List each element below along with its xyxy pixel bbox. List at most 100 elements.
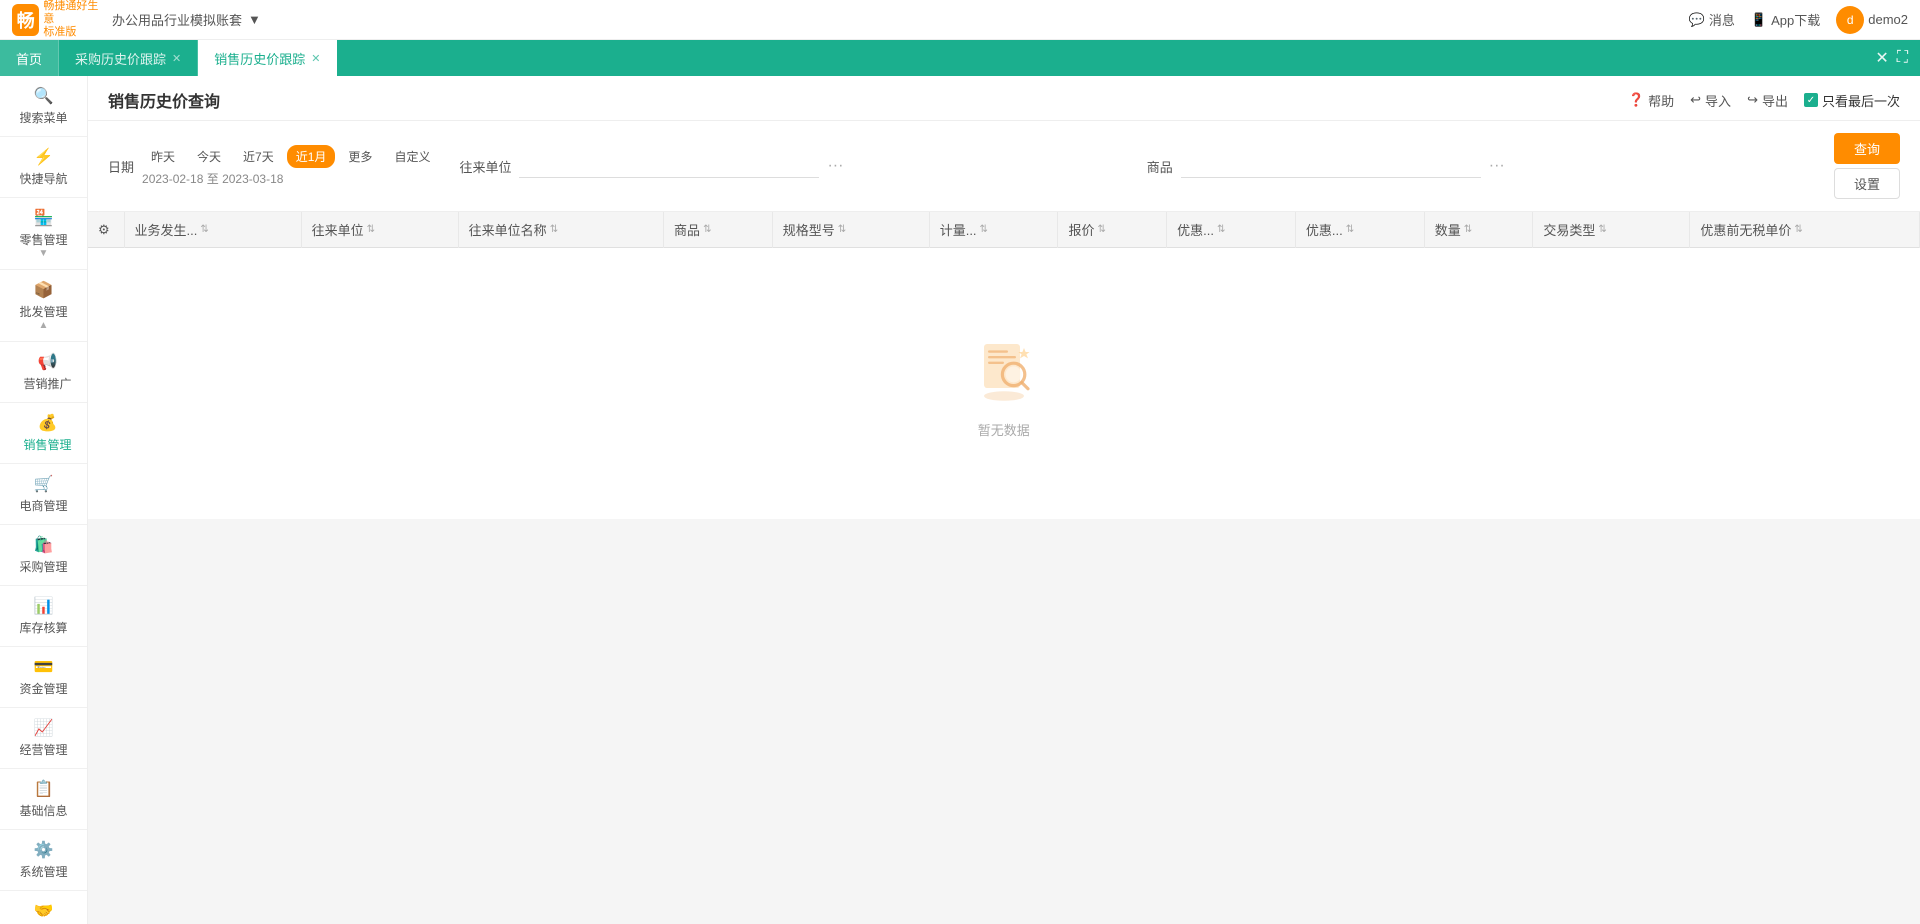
table-col-counterparty-name[interactable]: 往来单位名称 ⇅ (458, 212, 663, 248)
empty-state: 暂无数据 (88, 248, 1920, 519)
table-col-settings[interactable]: ⚙ (88, 212, 124, 248)
sort-icon-discount1: ⇅ (1217, 224, 1225, 235)
table-header-row: ⚙ 业务发生... ⇅ 往来单位 ⇅ (88, 212, 1920, 248)
sidebar-item-ecom-mgmt[interactable]: 🛒 电商管理 (0, 464, 87, 525)
sidebar-item-operations[interactable]: 📈 经营管理 (0, 708, 87, 769)
sort-icon-spec: ⇅ (838, 224, 846, 235)
page-header-actions: ❓ 帮助 ↩ 导入 ↪ 导出 ✓ 只看最后一次 (1628, 91, 1900, 110)
sidebar-item-marketing[interactable]: 📢 营销推广 (0, 342, 87, 403)
help-btn[interactable]: ❓ 帮助 (1628, 91, 1674, 110)
date-buttons: 昨天 今天 近7天 近1月 更多 自定义 (142, 145, 439, 168)
app-download-btn[interactable]: 📱 App下载 (1751, 10, 1820, 29)
sidebar-item-quick-nav[interactable]: ⚡ 快捷导航 (0, 137, 87, 198)
sidebar-item-retail-mgmt[interactable]: 🏪 零售管理 ▼ (0, 198, 87, 270)
product-label: 商品 (1147, 157, 1173, 176)
table-col-spec[interactable]: 规格型号 ⇅ (772, 212, 929, 248)
content-area: 销售历史价查询 ❓ 帮助 ↩ 导入 ↪ 导出 ✓ 只看最后一次 (88, 76, 1920, 924)
table-col-product[interactable]: 商品 ⇅ (664, 212, 773, 248)
purchase-history-tab-label: 采购历史价跟踪 (75, 49, 166, 68)
purchase-icon: 🛍️ (34, 535, 54, 555)
export-btn[interactable]: ↪ 导出 (1747, 91, 1788, 110)
wholesale-icon: 📦 (34, 280, 54, 300)
query-button[interactable]: 查询 (1834, 133, 1900, 164)
enterprise-icon: 🤝 (34, 901, 54, 921)
sort-icon-discount2: ⇅ (1346, 224, 1354, 235)
sidebar-item-inventory[interactable]: 📊 库存核算 (0, 586, 87, 647)
close-sales-tab-icon[interactable]: ✕ (311, 52, 320, 65)
basics-icon: 📋 (34, 779, 54, 799)
sort-icon-biz-date: ⇅ (200, 224, 208, 235)
empty-text: 暂无数据 (978, 420, 1030, 439)
sidebar-item-purchase-mgmt[interactable]: 🛍️ 采购管理 (0, 525, 87, 586)
only-last-checkbox[interactable]: ✓ 只看最后一次 (1804, 91, 1900, 110)
chevron-down-icon: ▼ (39, 248, 49, 259)
sidebar-item-basics[interactable]: 📋 基础信息 (0, 769, 87, 830)
date-btn-1month[interactable]: 近1月 (287, 145, 336, 168)
table-col-discount1[interactable]: 优惠... ⇅ (1167, 212, 1296, 248)
search-icon: 🔍 (34, 86, 54, 106)
sort-icon-price: ⇅ (1098, 224, 1106, 235)
table-body: 暂无数据 (88, 248, 1920, 520)
close-window-icon[interactable]: ✕ (1875, 48, 1888, 68)
sort-icon-qty: ⇅ (1464, 224, 1472, 235)
table-empty-row: 暂无数据 (88, 248, 1920, 520)
app-selector[interactable]: 办公用品行业模拟账套 ▼ (100, 10, 1689, 29)
tab-sales-history[interactable]: 销售历史价跟踪 ✕ (198, 40, 337, 76)
download-icon: 📱 (1751, 12, 1767, 28)
counterparty-picker-icon[interactable]: ··· (827, 157, 843, 175)
sidebar-item-finance[interactable]: 💳 资金管理 (0, 647, 87, 708)
sidebar-item-system[interactable]: ⚙️ 系统管理 (0, 830, 87, 891)
sort-icon-unit: ⇅ (980, 224, 988, 235)
date-btn-custom[interactable]: 自定义 (385, 145, 439, 168)
close-purchase-tab-icon[interactable]: ✕ (172, 52, 181, 65)
chevron-down-icon: ▼ (248, 12, 261, 27)
table-settings-icon[interactable]: ⚙ (98, 222, 110, 237)
sidebar-item-wholesale-mgmt[interactable]: 📦 批发管理 ▲ (0, 270, 87, 342)
tab-home[interactable]: 首页 (0, 40, 59, 76)
page-header: 销售历史价查询 ❓ 帮助 ↩ 导入 ↪ 导出 ✓ 只看最后一次 (88, 76, 1920, 121)
finance-icon: 💳 (34, 657, 54, 677)
date-range-text: 2023-02-18 至 2023-03-18 (142, 170, 439, 187)
table-col-biz-date[interactable]: 业务发生... ⇅ (124, 212, 301, 248)
chevron-up-icon: ▲ (39, 320, 49, 331)
table-container: ⚙ 业务发生... ⇅ 往来单位 ⇅ (88, 212, 1920, 519)
message-btn[interactable]: 💬 消息 (1689, 10, 1735, 29)
table-col-pretax-price[interactable]: 优惠前无税单价 ⇅ (1690, 212, 1920, 248)
data-table: ⚙ 业务发生... ⇅ 往来单位 ⇅ (88, 212, 1920, 519)
sidebar-item-enterprise[interactable]: 🤝 企业协同 (0, 891, 87, 924)
empty-state-illustration (964, 328, 1044, 408)
message-icon: 💬 (1689, 12, 1705, 28)
table-head: ⚙ 业务发生... ⇅ 往来单位 ⇅ (88, 212, 1920, 248)
sidebar-item-search-menu[interactable]: 🔍 搜索菜单 (0, 76, 87, 137)
table-col-qty[interactable]: 数量 ⇅ (1424, 212, 1533, 248)
topbar: 畅 畅捷通好生意 标准版 办公用品行业模拟账套 ▼ 💬 消息 📱 App下载 d… (0, 0, 1920, 40)
tab-purchase-history[interactable]: 采购历史价跟踪 ✕ (59, 40, 198, 76)
product-input[interactable] (1181, 154, 1481, 178)
avatar: d (1836, 6, 1864, 34)
table-col-price[interactable]: 报价 ⇅ (1058, 212, 1167, 248)
filter-area: 日期 昨天 今天 近7天 近1月 更多 自定义 2023-02-18 至 202… (88, 121, 1920, 212)
date-btn-today[interactable]: 今天 (188, 145, 230, 168)
user-profile[interactable]: d demo2 (1836, 6, 1908, 34)
help-icon: ❓ (1628, 92, 1644, 108)
sort-icon-counterparty-name: ⇅ (550, 224, 558, 235)
table-col-counterparty[interactable]: 往来单位 ⇅ (301, 212, 458, 248)
table-col-unit[interactable]: 计量... ⇅ (929, 212, 1058, 248)
table-col-discount2[interactable]: 优惠... ⇅ (1295, 212, 1424, 248)
import-btn[interactable]: ↩ 导入 (1690, 91, 1731, 110)
sales-history-tab-label: 销售历史价跟踪 (214, 49, 305, 68)
date-btn-7days[interactable]: 近7天 (234, 145, 283, 168)
sort-icon-pretax-price: ⇅ (1794, 224, 1802, 235)
logo-icon: 畅 (12, 4, 39, 36)
inventory-icon: 📊 (34, 596, 54, 616)
counterparty-input[interactable] (519, 154, 819, 178)
operations-icon: 📈 (34, 718, 54, 738)
settings-button[interactable]: 设置 (1834, 168, 1900, 199)
date-btn-yesterday[interactable]: 昨天 (142, 145, 184, 168)
product-picker-icon[interactable]: ··· (1489, 157, 1505, 175)
date-btn-more[interactable]: 更多 (339, 145, 381, 168)
sidebar-item-sales-mgmt[interactable]: 💰 销售管理 (0, 403, 87, 464)
table-col-trade-type[interactable]: 交易类型 ⇅ (1533, 212, 1690, 248)
main-layout: 🔍 搜索菜单 ⚡ 快捷导航 🏪 零售管理 ▼ 📦 批发管理 ▲ 📢 营销推广 💰… (0, 76, 1920, 924)
maximize-window-icon[interactable]: ⛶ (1897, 49, 1908, 67)
